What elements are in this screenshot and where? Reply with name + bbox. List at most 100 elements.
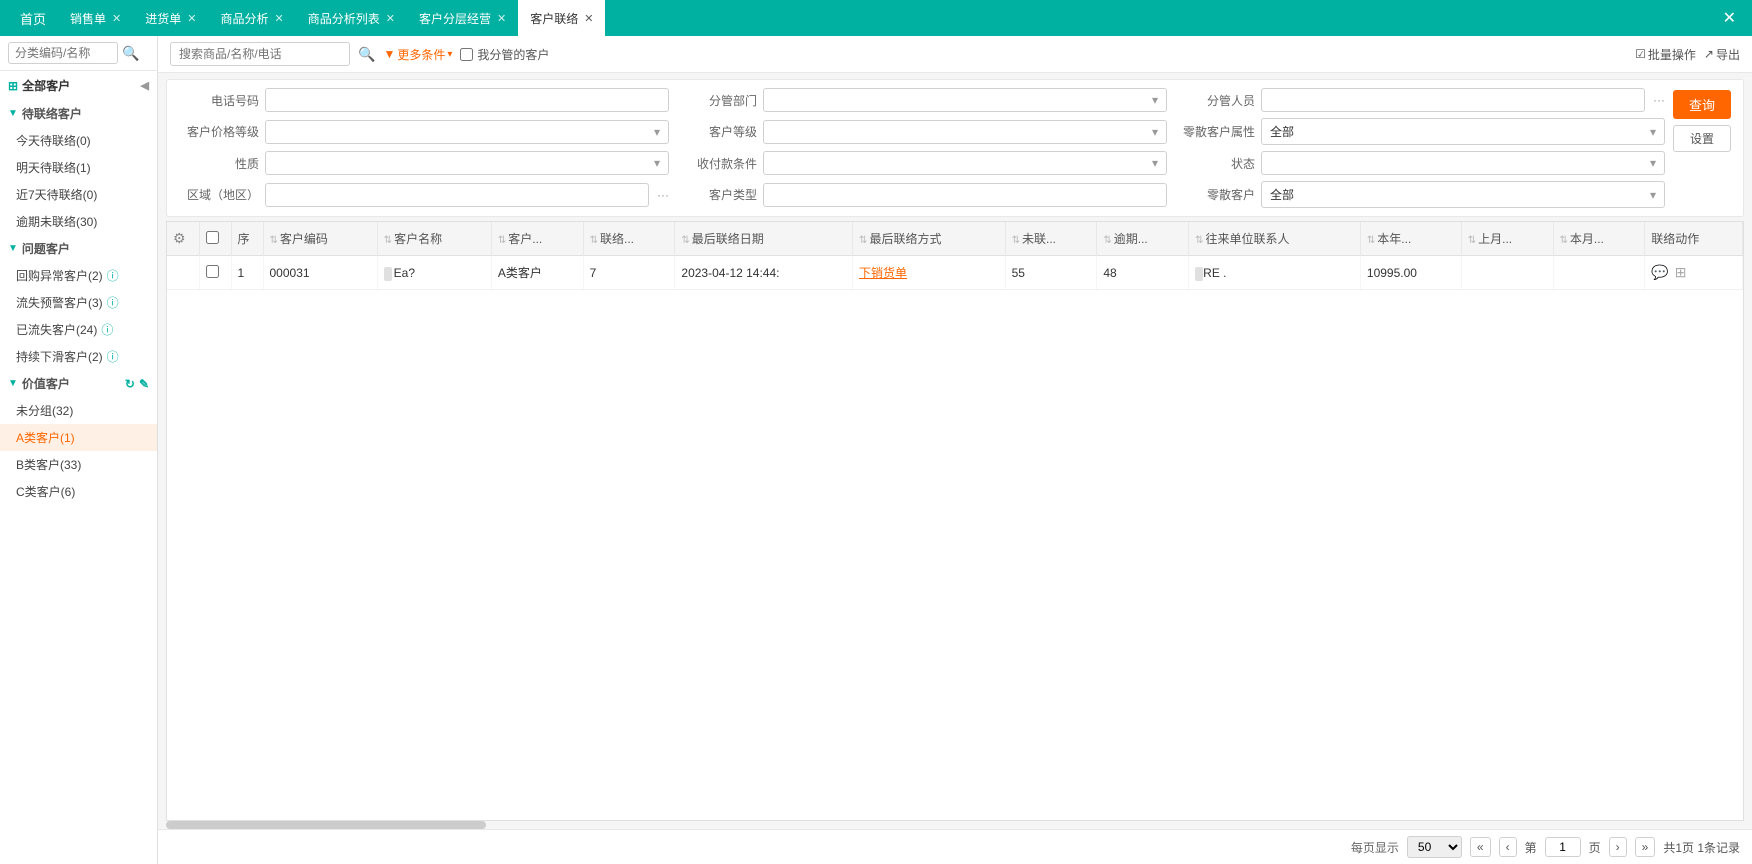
th-customer-code[interactable]: ⇅客户编码 [263,222,377,256]
th-contact-person[interactable]: ⇅往来单位联系人 [1189,222,1361,256]
sidebar-item-tomorrow[interactable]: 明天待联络(1) [0,154,157,181]
sidebar-collapse-icon[interactable]: ◀ [141,79,149,92]
payment-select[interactable] [763,151,1167,175]
customer-level-select[interactable] [763,120,1167,144]
row-checkbox[interactable] [206,265,219,278]
sidebar-problem-customers-header[interactable]: ▼ 问题客户 [0,235,157,262]
sidebar-pending-contact-header[interactable]: ▼ 待联络客户 [0,100,157,127]
window-close-icon[interactable]: ✕ [1715,8,1744,28]
sidebar-item-class-a[interactable]: A类客户(1) [0,424,157,451]
filter-search-icon[interactable]: 🔍 [358,46,375,63]
select-all-checkbox[interactable] [206,231,219,244]
table-settings-icon[interactable]: ⚙ [173,230,186,246]
region-dots-icon[interactable]: ··· [657,188,669,202]
filter-more-conditions[interactable]: ▼ 更多条件 ▾ [383,46,452,63]
th-contact-count[interactable]: ⇅联络... [583,222,675,256]
manager-input[interactable] [1261,88,1645,112]
close-customer-tier-tab-icon[interactable]: ✕ [497,12,506,25]
pagination-bar: 每页显示 50 10 20 100 « ‹ 第 页 › » 共1页 1条记录 [158,829,1752,864]
sidebar-item-7days[interactable]: 近7天待联络(0) [0,181,157,208]
sidebar-search-input[interactable] [8,42,118,64]
close-sales-tab-icon[interactable]: ✕ [112,12,121,25]
filter-icon: ▼ [383,47,395,61]
close-product-analysis-tab-icon[interactable]: ✕ [275,12,284,25]
sidebar-search-icon[interactable]: 🔍 [122,45,139,62]
th-uncontacted[interactable]: ⇅未联... [1005,222,1097,256]
th-this-year[interactable]: ⇅本年... [1360,222,1461,256]
sidebar-item-class-c[interactable]: C类客户(6) [0,478,157,505]
th-customer-level[interactable]: ⇅客户... [491,222,583,256]
retail-chevron-icon [1650,188,1656,202]
sidebar-item-today[interactable]: 今天待联络(0) [0,127,157,154]
nav-tab-sales[interactable]: 销售单 ✕ [58,0,133,36]
nav-home[interactable]: 首页 [8,0,58,36]
nav-tab-product-analysis[interactable]: 商品分析 ✕ [208,0,295,36]
status-select[interactable] [1261,151,1665,175]
table-row: 1 000031 Ea? A类客户 7 2023-04-12 14:44: 下销… [167,256,1743,290]
first-page-button[interactable]: « [1470,837,1491,857]
retail-attr-select[interactable]: 全部 [1261,118,1665,145]
info-icon-churned: ⓘ [101,321,113,338]
th-last-contact-date[interactable]: ⇅最后联络日期 [675,222,853,256]
row-action-qr-icon[interactable]: ⊞ [1675,264,1687,281]
nav-tab-customer-contact[interactable]: 客户联络 ✕ [518,0,605,36]
filter-field-status: 状态 [1175,151,1665,175]
sidebar-item-overdue[interactable]: 逾期未联络(30) [0,208,157,235]
th-customer-name[interactable]: ⇅客户名称 [377,222,491,256]
advanced-filter: 电话号码 分管部门 分管人员 [166,79,1744,217]
nature-select[interactable] [265,151,669,175]
refresh-icon[interactable]: ↻ [125,377,135,391]
dept-select[interactable] [763,88,1167,112]
nav-tab-customer-tier[interactable]: 客户分层经营 ✕ [407,0,518,36]
th-last-contact-method[interactable]: ⇅最后联络方式 [853,222,1006,256]
sidebar-item-class-b[interactable]: B类客户(33) [0,451,157,478]
filter-buttons: 查询 设置 [1673,88,1731,152]
query-button[interactable]: 查询 [1673,90,1731,119]
prev-page-button[interactable]: ‹ [1499,837,1517,857]
page-label: 第 [1525,839,1537,856]
close-purchase-tab-icon[interactable]: ✕ [187,12,196,25]
my-customers-checkbox[interactable] [460,48,473,61]
export-icon: ↗ [1704,47,1714,61]
sidebar-item-churned[interactable]: 已流失客户(24) ⓘ [0,316,157,343]
close-product-analysis-list-tab-icon[interactable]: ✕ [386,12,395,25]
export-button[interactable]: ↗ 导出 [1704,46,1740,63]
sidebar-item-churn-warning[interactable]: 流失预警客户(3) ⓘ [0,289,157,316]
manager-dots-icon[interactable]: ··· [1653,93,1665,107]
th-this-month[interactable]: ⇅本月... [1553,222,1645,256]
total-records-label: 共1页 1条记录 [1663,839,1740,856]
page-number-input[interactable] [1545,837,1581,857]
next-page-button[interactable]: › [1609,837,1627,857]
scrollbar-thumb[interactable] [166,821,486,829]
sidebar-item-ungrouped[interactable]: 未分组(32) [0,397,157,424]
setting-button[interactable]: 设置 [1673,125,1731,152]
nav-tab-product-analysis-list[interactable]: 商品分析列表 ✕ [296,0,407,36]
last-page-button[interactable]: » [1635,837,1656,857]
batch-op-button[interactable]: ☑ 批量操作 [1635,46,1696,63]
td-this-month [1553,256,1645,290]
page-size-select[interactable]: 50 10 20 100 [1407,836,1462,858]
price-level-select[interactable] [265,120,669,144]
td-last-contact-method[interactable]: 下销货单 [853,256,1006,290]
filter-field-dept: 分管部门 [677,88,1167,112]
customer-type-input[interactable] [763,183,1167,207]
edit-icon[interactable]: ✎ [139,377,149,391]
horizontal-scrollbar[interactable] [166,821,1744,829]
sidebar-item-abnormal-repurchase[interactable]: 回购异常客户(2) ⓘ [0,262,157,289]
close-customer-contact-tab-icon[interactable]: ✕ [584,12,593,25]
td-gear [167,256,199,290]
nature-chevron-icon [654,156,660,170]
region-input[interactable] [265,183,649,207]
th-last-month[interactable]: ⇅上月... [1461,222,1553,256]
td-row-actions: 💬 ⊞ [1645,256,1743,290]
phone-input[interactable] [265,88,669,112]
retail-select[interactable]: 全部 [1261,181,1665,208]
row-action-comment-icon[interactable]: 💬 [1651,264,1668,281]
td-last-contact-date: 2023-04-12 14:44: [675,256,853,290]
nav-tab-purchase[interactable]: 进货单 ✕ [133,0,208,36]
sidebar-all-customers-header[interactable]: ⊞ 全部客户 ◀ [0,71,157,100]
sidebar-item-declining[interactable]: 持续下滑客户(2) ⓘ [0,343,157,370]
filter-search-input[interactable] [170,42,350,66]
payment-label: 收付款条件 [677,155,757,172]
th-overdue[interactable]: ⇅逾期... [1097,222,1189,256]
